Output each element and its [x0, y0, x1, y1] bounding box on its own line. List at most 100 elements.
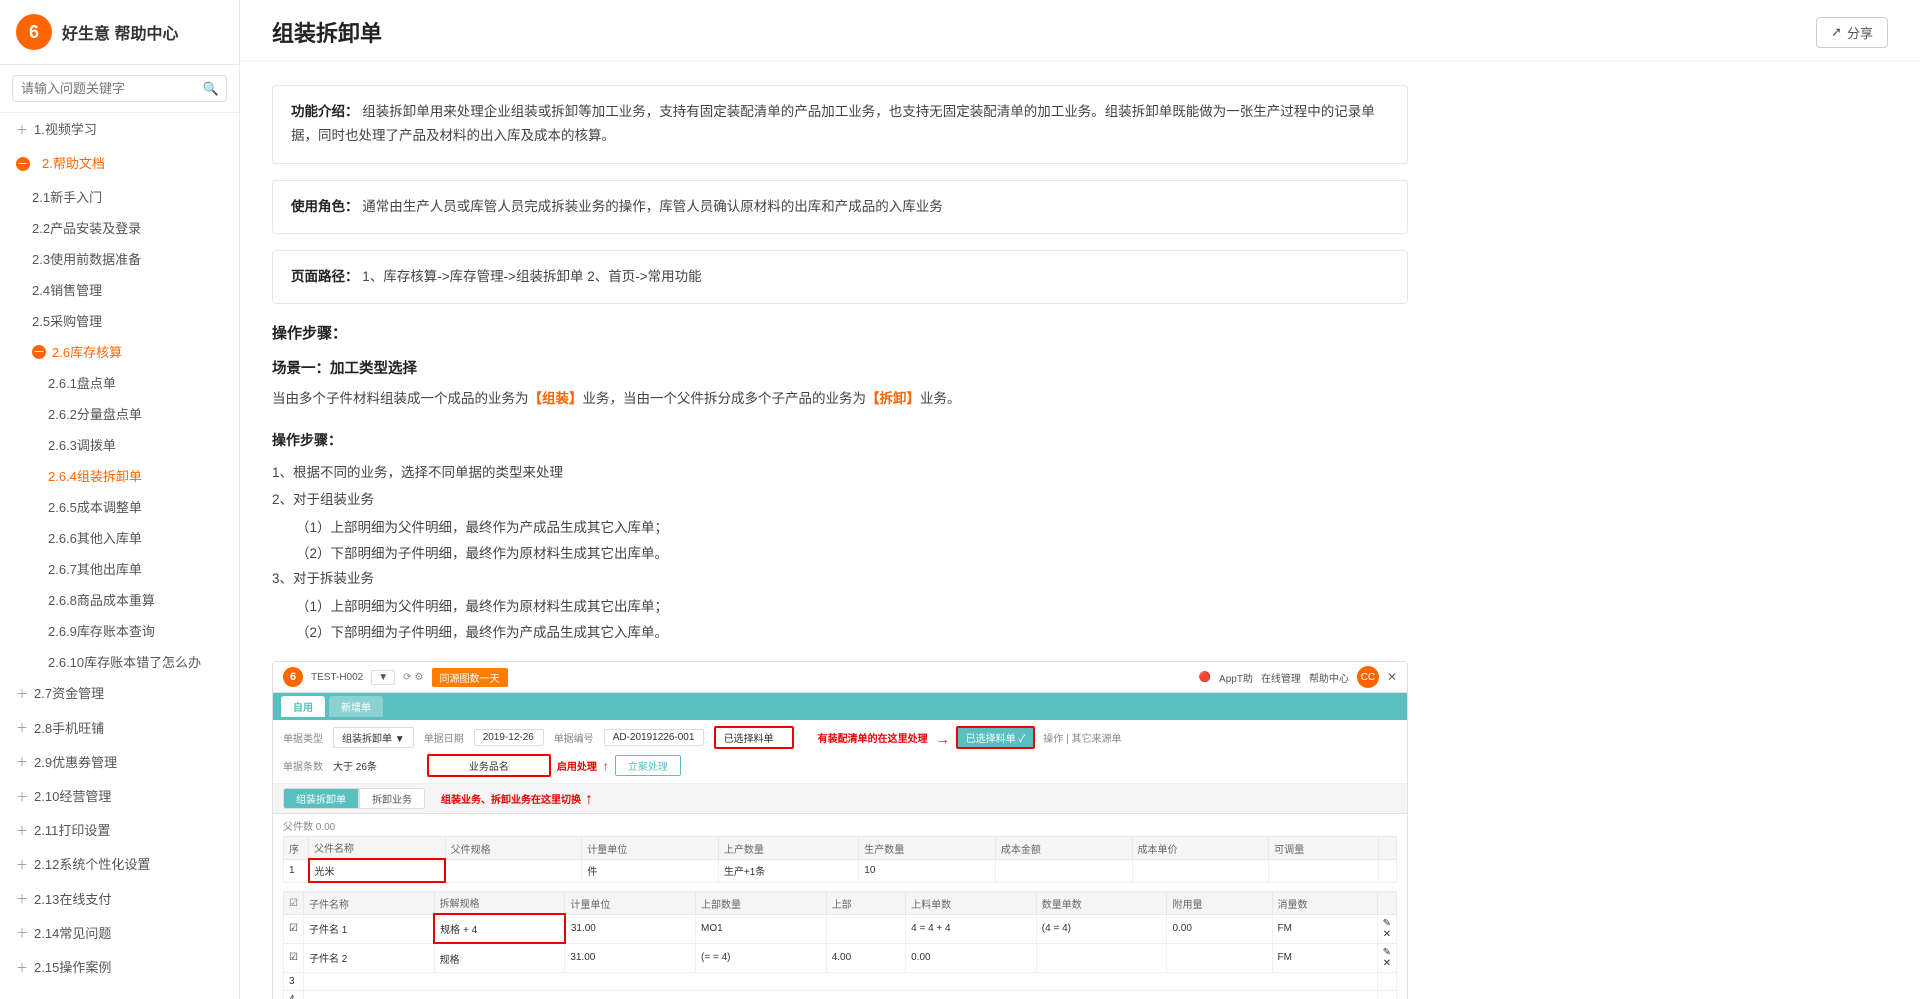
lt-cell-name-1: 子件名 1 — [304, 914, 435, 943]
lt-cell-unit-2: 31.00 — [565, 943, 696, 972]
processing-field: 业务品名 — [427, 754, 551, 777]
tab-assembly[interactable]: 组装拆卸单 — [283, 788, 359, 809]
lower-table-row-1: ☑ 子件名 1 规格 + 4 31.00 MO1 4 = 4 + 4 (4 = … — [284, 914, 1397, 943]
sidebar-item-print[interactable]: ＋ 2.11打印设置 — [0, 814, 239, 848]
lt-col-upper: 上部 — [826, 892, 905, 915]
role-block: 使用角色： 通常由生产人员或库管人员完成拆装业务的操作，库管人员确认原材料的出库… — [272, 180, 1408, 234]
sidebar-item-assembly[interactable]: 2.6.4组装拆卸单 — [0, 460, 239, 491]
step-list: 1、根据不同的业务，选择不同单据的类型来处理 2、对于组装业务 （1）上部明细为… — [272, 460, 1408, 645]
sidebar-item-custom[interactable]: ＋ 2.12系统个性化设置 — [0, 848, 239, 882]
content-body: 功能介绍： 组装拆卸单用来处理企业组装或拆卸等加工业务，支持有固定装配清单的产品… — [240, 61, 1440, 999]
path-label: 页面路径： — [291, 269, 359, 284]
sidebar-item-cases[interactable]: ＋ 2.15操作案例 — [0, 951, 239, 985]
share-button[interactable]: ➚ 分享 — [1816, 17, 1888, 48]
sidebar-item-data-prep[interactable]: 2.3使用前数据准备 — [0, 243, 239, 274]
sidebar-item-mobile[interactable]: ＋ 2.8手机旺铺 — [0, 712, 239, 746]
lt-cell-unit-1: 31.00 — [565, 914, 696, 943]
plus-icon: ＋ — [16, 754, 28, 771]
screenshot-container: 6 TEST-H002 ▼ ⟳ ⚙ 同源图数一天 🔴 AppT助 在线管理 帮助… — [272, 661, 1408, 999]
upper-table-area: 父件数 0.00 序 父件名称 父件规格 计量单位 上产数量 生产数量 成本金额 — [273, 814, 1407, 887]
sidebar-item-cost-adjust[interactable]: 2.6.5成本调整单 — [0, 491, 239, 522]
lt-cell-cb-2: ☑ — [284, 943, 304, 972]
sidebar-item-other-out[interactable]: 2.6.7其他出库单 — [0, 553, 239, 584]
lt-cell-spec-1: 规格 + 4 — [434, 914, 565, 943]
lower-table-row-3: 3 — [284, 972, 1397, 990]
sidebar-item-partial-stocktake[interactable]: 2.6.2分量盘点单 — [0, 398, 239, 429]
scene1-title: 场景一：加工类型选择 — [272, 357, 1408, 378]
upper-table: 序 父件名称 父件规格 计量单位 上产数量 生产数量 成本金额 成本单价 可调量 — [283, 836, 1397, 883]
scene1-desc: 当由多个子件材料组装成一个成品的业务为【组装】业务，当由一个父件拆分成多个子产品… — [272, 386, 1408, 412]
ops-title: 操作步骤： — [272, 322, 1408, 343]
col-parent-name-header: 父件名称 — [309, 837, 446, 860]
sidebar-item-other-in[interactable]: 2.6.6其他入库单 — [0, 522, 239, 553]
plus-icon: ＋ — [16, 122, 28, 139]
sidebar-item-purchase[interactable]: 2.5采购管理 — [0, 305, 239, 336]
sidebar-item-inventory[interactable]: － 2.6库存核算 — [0, 336, 239, 367]
intro-text: 组装拆卸单用来处理企业组装或拆卸等加工业务，支持有固定装配清单的产品加工业务，也… — [291, 104, 1375, 143]
sidebar-item-online-pay[interactable]: ＋ 2.13在线支付 — [0, 883, 239, 917]
sidebar-item-faq[interactable]: ＋ 2.14常见问题 — [0, 917, 239, 951]
sidebar-item-finance[interactable]: ＋ 2.7资金管理 — [0, 677, 239, 711]
sidebar: 6 好生意 帮助中心 🔍 ＋ 1.视频学习 － 2.帮助文档 2.1新手入门 2… — [0, 0, 240, 999]
lt-cell-att-1: 0.00 — [1167, 914, 1272, 943]
app-icon-flag: 🔴 — [1199, 672, 1211, 683]
lower-table-row-2: ☑ 子件名 2 规格 31.00 (= = 4) 4.00 0.00 FM — [284, 943, 1397, 972]
form-count-val: 大于 26条 — [333, 758, 377, 773]
lt-cell-cb-1: ☑ — [284, 914, 304, 943]
app-logo: 6 — [283, 667, 303, 687]
plus-icon: ＋ — [16, 960, 28, 977]
app-tab-active: 自用 — [281, 696, 325, 717]
form-billno-val: AD-20191226-001 — [604, 729, 704, 746]
sidebar-item-adjustment[interactable]: 2.6.3调拨单 — [0, 429, 239, 460]
sidebar-item-install[interactable]: 2.2产品安装及登录 — [0, 212, 239, 243]
sidebar-item-stock-error[interactable]: 2.6.10库存账本错了怎么办 — [0, 646, 239, 677]
sidebar-item-cost-recalc[interactable]: 2.6.8商品成本重算 — [0, 584, 239, 615]
sidebar-item-docs[interactable]: － 2.帮助文档 — [0, 147, 239, 181]
lt-cell-act-1: ✎ ✕ — [1377, 914, 1396, 943]
sidebar-search-area[interactable]: 🔍 — [0, 65, 239, 113]
upper-table-row: 1 光米 件 生产+1条 10 — [284, 859, 1397, 882]
lt-cell-3-act — [1377, 972, 1396, 990]
plus-icon: ＋ — [16, 823, 28, 840]
page-title: 组装拆卸单 — [272, 16, 382, 48]
form-date-label: 单据日期 — [424, 730, 464, 745]
inner-screenshot: 6 TEST-H002 ▼ ⟳ ⚙ 同源图数一天 🔴 AppT助 在线管理 帮助… — [273, 662, 1407, 999]
step3-sub2: （2）下部明细为子件明细，最终作为产成品生成其它入库单。 — [296, 620, 1408, 646]
cell-action — [1379, 859, 1397, 882]
lt-col-unit: 计量单位 — [565, 892, 696, 915]
sidebar-item-sales[interactable]: 2.4销售管理 — [0, 274, 239, 305]
lt-col-name: 子件名称 — [304, 892, 435, 915]
sidebar-item-ops[interactable]: ＋ 2.10经营管理 — [0, 780, 239, 814]
step2-sub2: （2）下部明细为子件明细，最终作为原材料生成其它出库单。 — [296, 541, 1408, 567]
sidebar-item-new-user[interactable]: 2.1新手入门 — [0, 181, 239, 212]
main-content: 组装拆卸单 ➚ 分享 功能介绍： 组装拆卸单用来处理企业组装或拆卸等加工业务，支… — [240, 0, 1920, 999]
cell-parent-name: 光米 — [309, 859, 446, 882]
lt-col-mat-qty: 上料单数 — [906, 892, 1037, 915]
app-form-area: 单据类型 组装拆卸单 ▼ 单据日期 2019-12-26 单据编号 AD-201… — [273, 720, 1407, 784]
lt-cell-name-2: 子件名 2 — [304, 943, 435, 972]
sidebar-item-video[interactable]: ＋ 1.视频学习 — [0, 113, 239, 147]
processing-btn: 立案处理 — [615, 755, 681, 776]
sidebar-item-stocktake[interactable]: 2.6.1盘点单 — [0, 367, 239, 398]
app-icon-settings: ⚙ — [415, 672, 424, 683]
processing-area: 业务品名 启用处理 ↑ 立案处理 — [427, 754, 681, 777]
step2: 2、对于组装业务 — [272, 487, 1408, 513]
col-cost-amount-header: 成本金额 — [995, 837, 1132, 860]
lt-col-consume: 消量数 — [1272, 892, 1377, 915]
annotation-3-label: 启用处理 — [557, 758, 597, 773]
plus-icon: ＋ — [16, 789, 28, 806]
sidebar-item-stock-query[interactable]: 2.6.9库存账本查询 — [0, 615, 239, 646]
app-icon-bar: ⟳ ⚙ — [403, 672, 423, 683]
lt-cell-3-rest — [304, 972, 1378, 990]
tab-disassembly[interactable]: 拆卸业务 — [359, 788, 425, 809]
lt-cell-att-2 — [1167, 943, 1272, 972]
plus-icon: ＋ — [16, 891, 28, 908]
plus-icon: ＋ — [16, 925, 28, 942]
intro-label: 功能介绍： — [291, 104, 359, 119]
cell-planned: 生产+1条 — [718, 859, 858, 882]
cell-adjustable — [1269, 859, 1379, 882]
app-close-icon: ✕ — [1387, 670, 1397, 684]
lt-cell-uq-1: MO1 — [696, 914, 827, 943]
sidebar-item-coupons[interactable]: ＋ 2.9优惠券管理 — [0, 746, 239, 780]
search-input[interactable] — [12, 75, 227, 102]
